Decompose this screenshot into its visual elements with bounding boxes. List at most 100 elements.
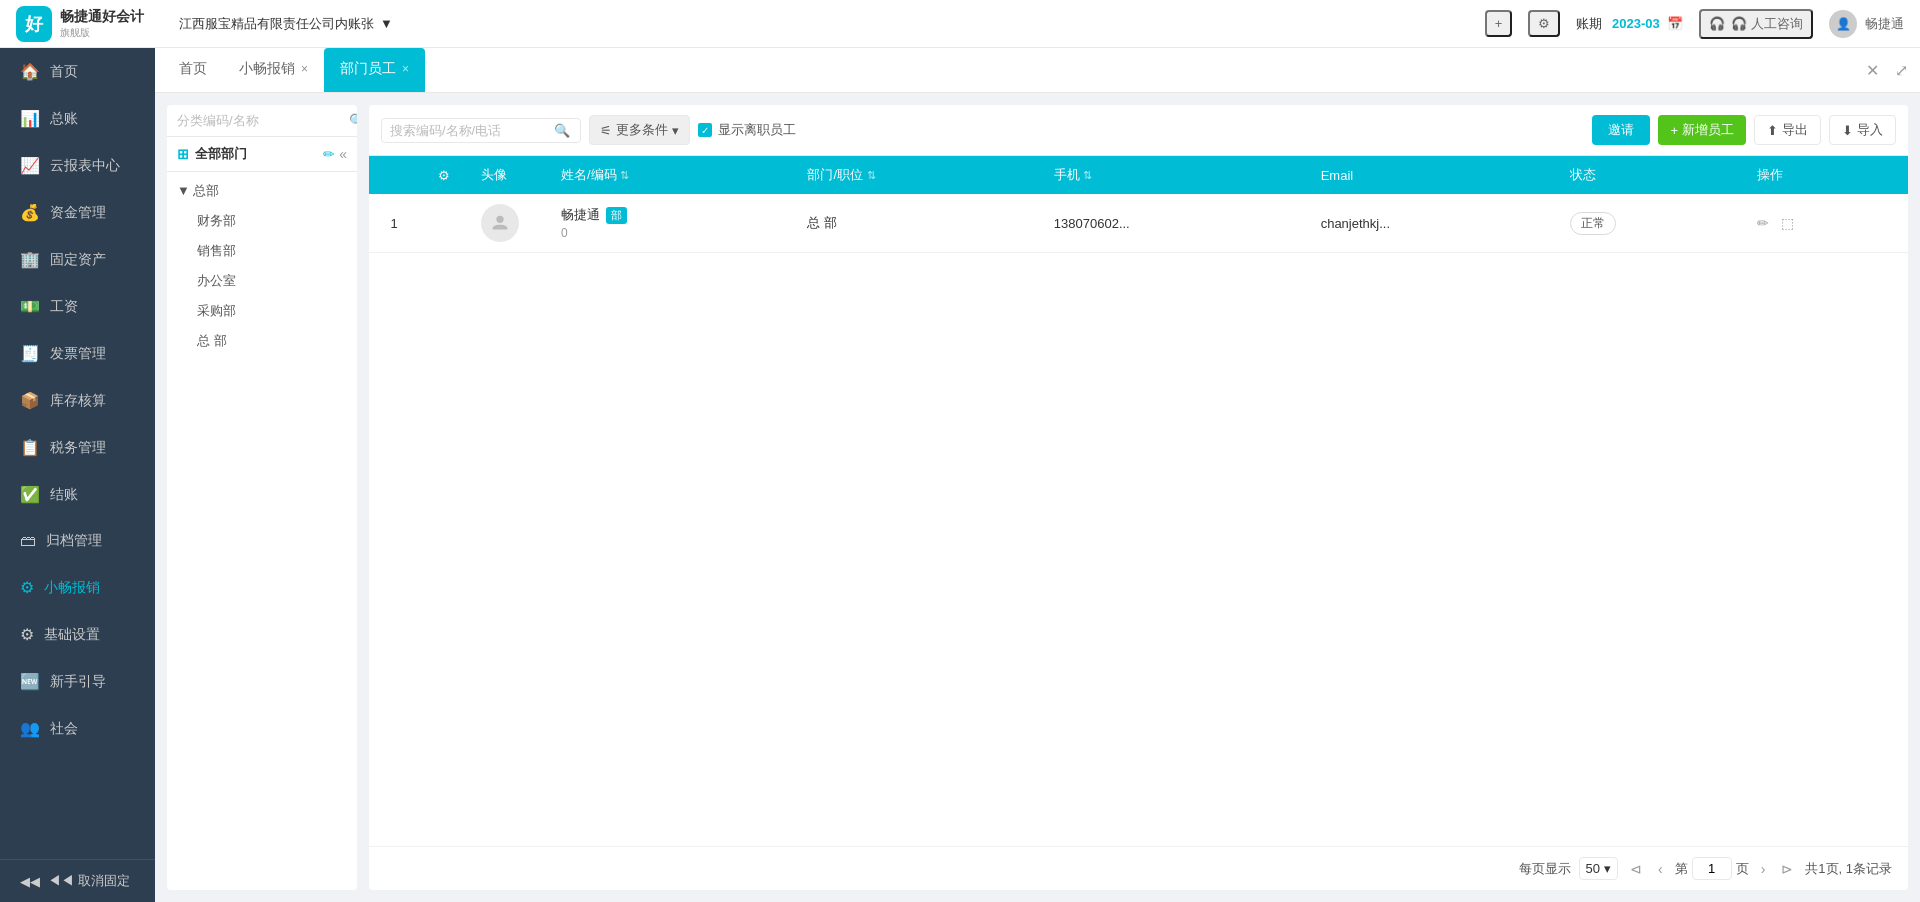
- sidebar-item-funds[interactable]: 💰 资金管理: [0, 189, 155, 236]
- dept-office-label: 办公室: [197, 273, 236, 288]
- funds-icon: 💰: [20, 203, 40, 222]
- tab-dept-employee[interactable]: 部门员工 ×: [324, 48, 425, 92]
- guide-icon: 🆕: [20, 672, 40, 691]
- sidebar-item-home[interactable]: 🏠 首页: [0, 48, 155, 95]
- invoice-icon: 🧾: [20, 344, 40, 363]
- sidebar-item-basic-settings[interactable]: ⚙ 基础设置: [0, 611, 155, 658]
- sidebar-item-social[interactable]: 👥 社会: [0, 705, 155, 752]
- import-button[interactable]: ⬇ 导入: [1829, 115, 1896, 145]
- period-value[interactable]: 2023-03: [1612, 16, 1660, 31]
- dept-search-icon[interactable]: 🔍: [349, 113, 357, 128]
- resigned-checkbox[interactable]: ✓: [698, 123, 712, 137]
- add-tab-button[interactable]: +: [1485, 10, 1513, 37]
- sidebar-item-label: 结账: [50, 486, 78, 504]
- prev-page-button[interactable]: ‹: [1654, 859, 1667, 879]
- tab-home[interactable]: 首页: [163, 48, 223, 92]
- collapse-dept-btn[interactable]: «: [339, 146, 347, 162]
- action-buttons: ✏ ⬚: [1757, 215, 1896, 231]
- sidebar-item-inventory[interactable]: 📦 库存核算: [0, 377, 155, 424]
- sidebar-item-guide[interactable]: 🆕 新手引导: [0, 658, 155, 705]
- assets-icon: 🏢: [20, 250, 40, 269]
- name-row: 畅捷通 部: [561, 206, 783, 224]
- col-dept[interactable]: 部门/职位 ⇅: [795, 156, 1041, 194]
- cell-email: chanjethkj...: [1309, 194, 1558, 253]
- col-phone[interactable]: 手机 ⇅: [1042, 156, 1309, 194]
- cell-index: 1: [369, 194, 419, 253]
- dept-parent-node[interactable]: ▼ 总部: [167, 176, 357, 206]
- sidebar-item-invoice[interactable]: 🧾 发票管理: [0, 330, 155, 377]
- tab-dept-label: 部门员工: [340, 60, 396, 78]
- col-name[interactable]: 姓名/编码 ⇅: [549, 156, 795, 194]
- sidebar-item-archive[interactable]: 🗃 归档管理: [0, 518, 155, 564]
- company-selector[interactable]: 江西服宝精品有限责任公司内账张 ▼: [171, 11, 401, 37]
- settings-button[interactable]: ⚙: [1528, 10, 1560, 37]
- cancel-fixed-icon: ◀◀: [20, 874, 40, 889]
- col-avatar: 头像: [469, 156, 549, 194]
- grid-icon: ⊞: [177, 146, 189, 162]
- employee-table: ⚙ 头像 姓名/编码 ⇅ 部门/职位 ⇅: [369, 156, 1908, 253]
- per-page-select[interactable]: 50 ▾: [1579, 857, 1618, 880]
- col-settings[interactable]: ⚙: [419, 156, 469, 194]
- tab-dept-close[interactable]: ×: [402, 62, 409, 76]
- page-input-group: 第 页: [1675, 857, 1749, 880]
- user-area[interactable]: 👤 畅捷通: [1829, 10, 1904, 38]
- support-button[interactable]: 🎧 🎧 人工咨询: [1699, 9, 1813, 39]
- add-dept-btn[interactable]: ✏: [323, 146, 335, 162]
- dept-child-purchase[interactable]: 采购部: [167, 296, 357, 326]
- all-dept-label[interactable]: ⊞ 全部部门: [177, 145, 247, 163]
- inventory-icon: 📦: [20, 391, 40, 410]
- employee-toolbar: 🔍 ⚟ 更多条件 ▾ ✓ 显示离职员工 邀请 +: [369, 105, 1908, 156]
- sidebar-item-salary[interactable]: 💵 工资: [0, 283, 155, 330]
- add-employee-button[interactable]: + 新增员工: [1658, 115, 1746, 145]
- sidebar-item-closing[interactable]: ✅ 结账: [0, 471, 155, 518]
- edit-employee-button[interactable]: ✏: [1757, 215, 1769, 231]
- calendar-icon[interactable]: 📅: [1667, 16, 1683, 31]
- toolbar-right: 邀请 + 新增员工 ⬆ 导出 ⬇ 导入: [1592, 115, 1896, 145]
- table-row: 1: [369, 194, 1908, 253]
- sidebar-item-reports[interactable]: 📈 云报表中心: [0, 142, 155, 189]
- page-number-input[interactable]: [1692, 857, 1732, 880]
- plus-icon: +: [1495, 16, 1503, 31]
- last-page-button[interactable]: ⊳: [1777, 859, 1797, 879]
- sidebar-item-tax[interactable]: 📋 税务管理: [0, 424, 155, 471]
- tabs-right: ✕ ⤢: [1862, 57, 1912, 84]
- export-icon: ⬆: [1767, 123, 1778, 138]
- logo-text-group: 畅捷通好会计 旗舰版: [60, 8, 144, 40]
- logout-employee-button[interactable]: ⬚: [1781, 215, 1794, 231]
- more-filter-button[interactable]: ⚟ 更多条件 ▾: [589, 115, 690, 145]
- app-logo: 好: [16, 6, 52, 42]
- dept-search-input[interactable]: [177, 113, 345, 128]
- logo-area: 好 畅捷通好会计 旗舰版: [16, 6, 171, 42]
- close-tab-btn[interactable]: ✕: [1862, 57, 1883, 84]
- dept-actions: ✏ «: [323, 146, 347, 162]
- export-button[interactable]: ⬆ 导出: [1754, 115, 1821, 145]
- cancel-fixed-button[interactable]: ◀◀ ◀◀ 取消固定: [0, 859, 155, 902]
- sidebar-item-assets[interactable]: 🏢 固定资产: [0, 236, 155, 283]
- sidebar-item-label: 首页: [50, 63, 78, 81]
- sidebar-item-label: 新手引导: [50, 673, 106, 691]
- cell-settings: [419, 194, 469, 253]
- dept-child-finance[interactable]: 财务部: [167, 206, 357, 236]
- cell-avatar: [469, 194, 549, 253]
- employee-search-input[interactable]: [390, 123, 550, 138]
- show-resigned-toggle[interactable]: ✓ 显示离职员工: [698, 121, 796, 139]
- sidebar-item-ledger[interactable]: 📊 总账: [0, 95, 155, 142]
- dept-child-headquarters[interactable]: 总 部: [167, 326, 357, 356]
- tab-expense-close[interactable]: ×: [301, 62, 308, 76]
- sidebar-item-label: 税务管理: [50, 439, 106, 457]
- search-icon[interactable]: 🔍: [554, 123, 570, 138]
- per-page-value: 50: [1586, 861, 1600, 876]
- expand-tab-btn[interactable]: ⤢: [1891, 57, 1912, 84]
- dept-child-sales[interactable]: 销售部: [167, 236, 357, 266]
- sidebar-item-expense[interactable]: ⚙ 小畅报销: [0, 564, 155, 611]
- tab-expense[interactable]: 小畅报销 ×: [223, 48, 324, 92]
- dept-tag-badge: 部: [606, 207, 627, 224]
- dept-child-office[interactable]: 办公室: [167, 266, 357, 296]
- first-page-button[interactable]: ⊲: [1626, 859, 1646, 879]
- dept-headquarters-label: 总 部: [197, 333, 227, 348]
- sort-phone-icon: ⇅: [1083, 169, 1092, 181]
- sidebar-item-label: 发票管理: [50, 345, 106, 363]
- next-page-button[interactable]: ›: [1757, 859, 1770, 879]
- sidebar-item-label: 归档管理: [46, 532, 102, 550]
- invite-button[interactable]: 邀请: [1592, 115, 1650, 145]
